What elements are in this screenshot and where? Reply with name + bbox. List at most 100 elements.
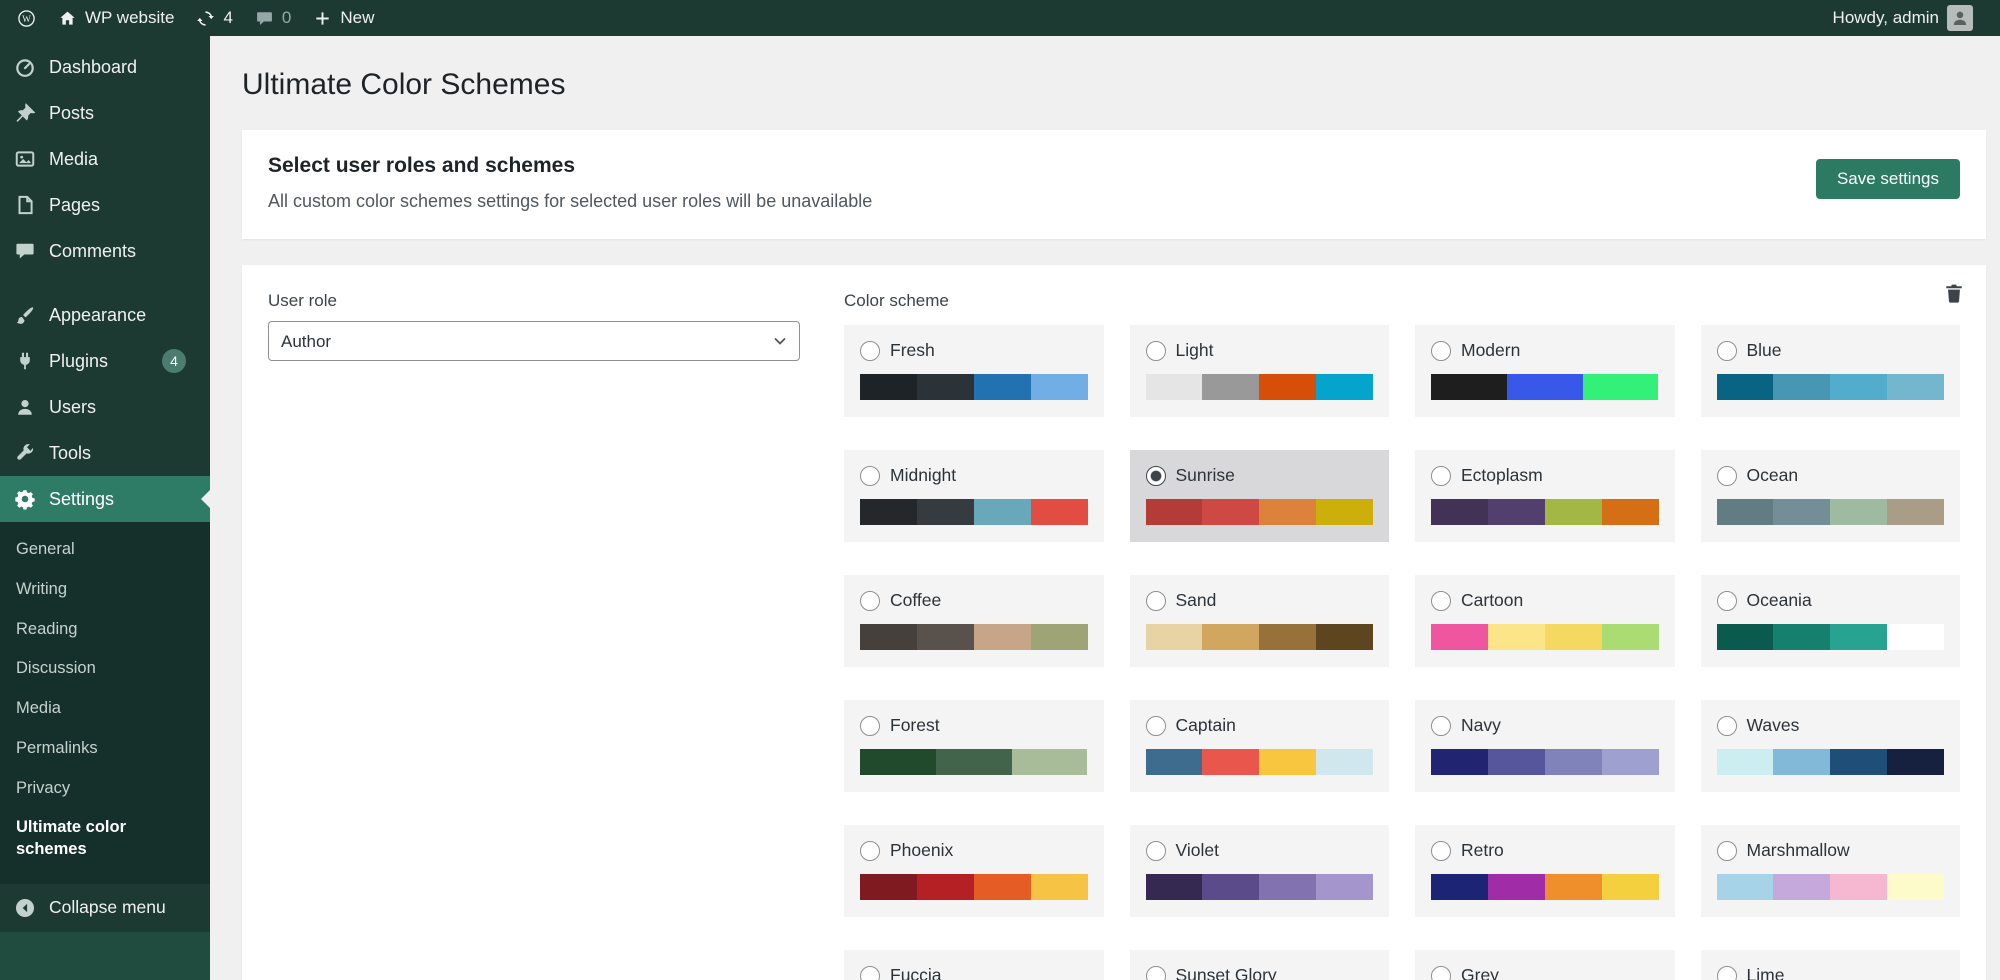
scheme-radio[interactable]: [1431, 716, 1451, 736]
scheme-card-grey[interactable]: Grey: [1415, 950, 1675, 980]
scheme-card-midnight[interactable]: Midnight: [844, 450, 1104, 542]
sidebar-subitem-permalinks[interactable]: Permalinks: [0, 729, 210, 769]
scheme-radio[interactable]: [1717, 966, 1737, 980]
scheme-card-ectoplasm[interactable]: Ectoplasm: [1415, 450, 1675, 542]
scheme-radio[interactable]: [1717, 591, 1737, 611]
sidebar-subitem-reading[interactable]: Reading: [0, 610, 210, 650]
save-settings-button[interactable]: Save settings: [1816, 159, 1960, 199]
scheme-swatches: [1146, 749, 1374, 775]
scheme-card-coffee[interactable]: Coffee: [844, 575, 1104, 667]
admin-bar: W WP website 4 0 New Howdy, admin: [0, 0, 2000, 36]
color-swatch: [1488, 499, 1545, 525]
scheme-radio[interactable]: [860, 591, 880, 611]
scheme-card-forest[interactable]: Forest: [844, 700, 1104, 792]
scheme-radio[interactable]: [1146, 841, 1166, 861]
color-swatch: [1507, 374, 1583, 400]
sidebar-subitem-ultimate-color-schemes[interactable]: Ultimate color schemes: [0, 808, 210, 870]
scheme-swatches: [1717, 374, 1945, 400]
account-menu[interactable]: Howdy, admin: [1822, 0, 1984, 36]
scheme-radio[interactable]: [1146, 966, 1166, 980]
scheme-radio[interactable]: [1717, 341, 1737, 361]
sidebar-subitem-writing[interactable]: Writing: [0, 570, 210, 610]
scheme-radio[interactable]: [860, 466, 880, 486]
color-swatch: [1031, 624, 1088, 650]
sidebar-item-posts[interactable]: Posts: [0, 90, 210, 136]
scheme-card-lime[interactable]: Lime: [1701, 950, 1961, 980]
sidebar: Dashboard Posts Media Pages Comments App…: [0, 36, 210, 980]
sidebar-item-settings[interactable]: Settings: [0, 476, 210, 522]
scheme-name: Violet: [1176, 840, 1219, 861]
scheme-radio[interactable]: [1146, 591, 1166, 611]
color-swatch: [1602, 499, 1659, 525]
scheme-card-marshmallow[interactable]: Marshmallow: [1701, 825, 1961, 917]
scheme-radio[interactable]: [1431, 841, 1451, 861]
sidebar-item-dashboard[interactable]: Dashboard: [0, 44, 210, 90]
updates-menu[interactable]: 4: [185, 0, 243, 36]
user-role-select[interactable]: Author: [268, 321, 800, 361]
scheme-radio[interactable]: [860, 341, 880, 361]
scheme-radio[interactable]: [1717, 841, 1737, 861]
scheme-card-fuccia[interactable]: Fuccia: [844, 950, 1104, 980]
color-swatch: [1316, 874, 1373, 900]
scheme-radio[interactable]: [1431, 341, 1451, 361]
site-name-menu[interactable]: WP website: [47, 0, 185, 36]
scheme-radio[interactable]: [860, 966, 880, 980]
color-swatch: [1431, 874, 1488, 900]
scheme-radio[interactable]: [1146, 466, 1166, 486]
scheme-radio[interactable]: [1146, 716, 1166, 736]
sidebar-item-appearance[interactable]: Appearance: [0, 292, 210, 338]
scheme-card-light[interactable]: Light: [1130, 325, 1390, 417]
new-content-menu[interactable]: New: [302, 0, 385, 36]
color-swatch: [1545, 499, 1602, 525]
scheme-card-oceania[interactable]: Oceania: [1701, 575, 1961, 667]
scheme-radio[interactable]: [1717, 466, 1737, 486]
scheme-head: Fresh: [860, 340, 1088, 361]
color-swatch: [860, 624, 917, 650]
sidebar-item-users[interactable]: Users: [0, 384, 210, 430]
color-swatch: [1717, 499, 1774, 525]
scheme-card-waves[interactable]: Waves: [1701, 700, 1961, 792]
scheme-card-sunrise[interactable]: Sunrise: [1130, 450, 1390, 542]
sidebar-subitem-discussion[interactable]: Discussion: [0, 649, 210, 689]
color-swatch: [974, 374, 1031, 400]
scheme-card-retro[interactable]: Retro: [1415, 825, 1675, 917]
color-swatch: [1773, 499, 1830, 525]
delete-role-button[interactable]: [1940, 279, 1968, 307]
collapse-menu-button[interactable]: Collapse menu: [0, 884, 210, 932]
scheme-radio[interactable]: [1431, 966, 1451, 980]
scheme-card-navy[interactable]: Navy: [1415, 700, 1675, 792]
scheme-card-captain[interactable]: Captain: [1130, 700, 1390, 792]
sidebar-item-pages[interactable]: Pages: [0, 182, 210, 228]
scheme-card-cartoon[interactable]: Cartoon: [1415, 575, 1675, 667]
scheme-card-modern[interactable]: Modern: [1415, 325, 1675, 417]
scheme-card-fresh[interactable]: Fresh: [844, 325, 1104, 417]
comments-menu[interactable]: 0: [244, 0, 302, 36]
color-swatch: [1431, 749, 1488, 775]
color-swatch: [1887, 374, 1944, 400]
sidebar-subitem-privacy[interactable]: Privacy: [0, 769, 210, 809]
scheme-card-violet[interactable]: Violet: [1130, 825, 1390, 917]
scheme-radio[interactable]: [1146, 341, 1166, 361]
color-swatch: [1717, 874, 1774, 900]
scheme-radio[interactable]: [860, 841, 880, 861]
scheme-swatches: [860, 374, 1088, 400]
scheme-radio[interactable]: [1431, 591, 1451, 611]
wp-logo-menu[interactable]: W: [6, 0, 47, 36]
scheme-card-phoenix[interactable]: Phoenix: [844, 825, 1104, 917]
scheme-radio[interactable]: [860, 716, 880, 736]
scheme-radio[interactable]: [1717, 716, 1737, 736]
color-swatch: [1431, 624, 1488, 650]
scheme-card-sand[interactable]: Sand: [1130, 575, 1390, 667]
sidebar-item-media[interactable]: Media: [0, 136, 210, 182]
scheme-card-ocean[interactable]: Ocean: [1701, 450, 1961, 542]
sidebar-subitem-media[interactable]: Media: [0, 689, 210, 729]
color-scheme-label: Color scheme: [844, 291, 1960, 311]
scheme-card-blue[interactable]: Blue: [1701, 325, 1961, 417]
sidebar-item-plugins[interactable]: Plugins 4: [0, 338, 210, 384]
sidebar-item-tools[interactable]: Tools: [0, 430, 210, 476]
scheme-card-sunset-glory[interactable]: Sunset Glory: [1130, 950, 1390, 980]
sidebar-item-comments[interactable]: Comments: [0, 228, 210, 274]
color-swatch: [1031, 499, 1088, 525]
sidebar-subitem-general[interactable]: General: [0, 530, 210, 570]
scheme-radio[interactable]: [1431, 466, 1451, 486]
